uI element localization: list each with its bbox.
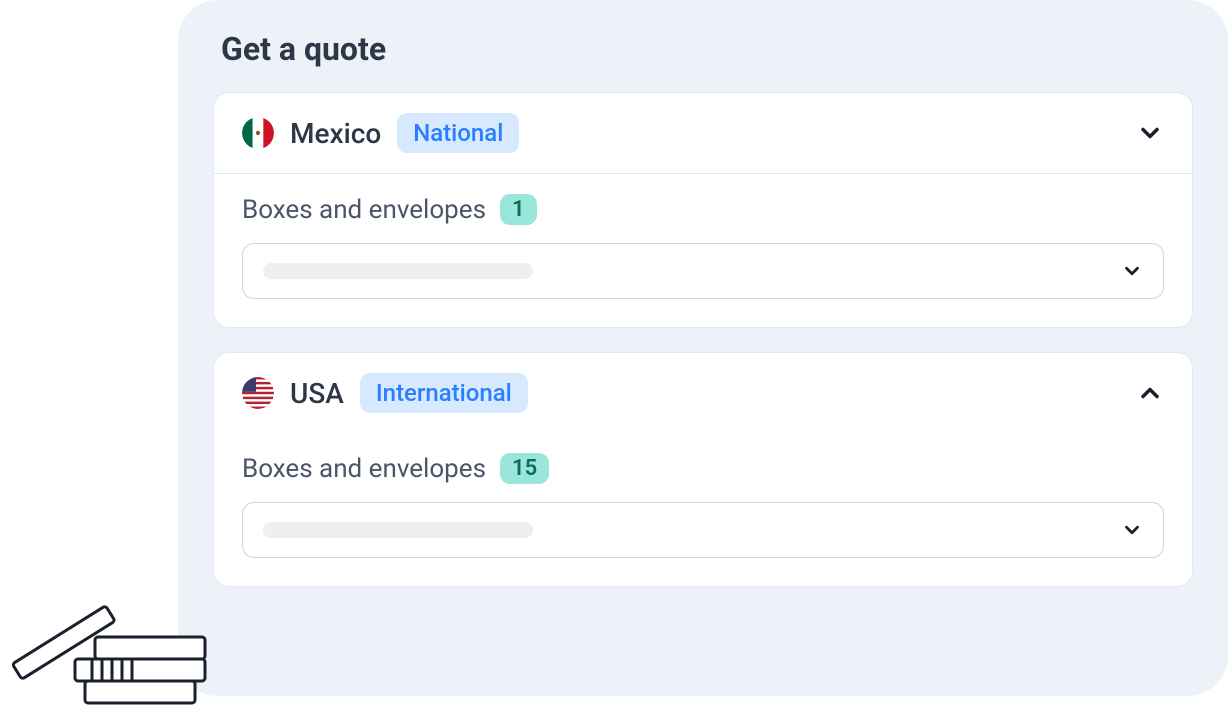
chevron-up-icon (1136, 379, 1164, 407)
destination-body-mexico: Boxes and envelopes 1 (214, 174, 1192, 327)
quote-panel: Get a quote Mexico National Boxes an (178, 0, 1228, 696)
destination-card-mexico: Mexico National Boxes and envelopes 1 (213, 92, 1193, 328)
flag-usa-icon (242, 377, 274, 409)
boxes-label: Boxes and envelopes (242, 195, 486, 225)
destination-header-mexico[interactable]: Mexico National (214, 93, 1192, 174)
package-dropdown[interactable] (242, 243, 1164, 299)
flag-mexico-icon (242, 117, 274, 149)
page-title: Get a quote (221, 30, 1193, 68)
chevron-down-icon (1121, 260, 1143, 282)
package-dropdown[interactable] (242, 502, 1164, 558)
country-name: USA (290, 377, 344, 410)
books-illustration-icon (0, 586, 210, 706)
destination-header-usa[interactable]: USA International (214, 353, 1192, 433)
scope-badge: National (397, 113, 519, 153)
scope-badge: International (360, 373, 528, 413)
boxes-label: Boxes and envelopes (242, 454, 486, 484)
chevron-down-icon (1136, 119, 1164, 147)
placeholder-skeleton (263, 263, 533, 279)
destination-body-usa: Boxes and envelopes 15 (214, 433, 1192, 586)
boxes-count-badge: 1 (500, 194, 537, 225)
boxes-count-badge: 15 (500, 453, 549, 484)
destination-card-usa: USA International Boxes and envelopes 15 (213, 352, 1193, 587)
chevron-down-icon (1121, 519, 1143, 541)
boxes-label-row: Boxes and envelopes 1 (242, 194, 1164, 225)
boxes-label-row: Boxes and envelopes 15 (242, 453, 1164, 484)
placeholder-skeleton (263, 522, 533, 538)
country-name: Mexico (290, 117, 381, 150)
